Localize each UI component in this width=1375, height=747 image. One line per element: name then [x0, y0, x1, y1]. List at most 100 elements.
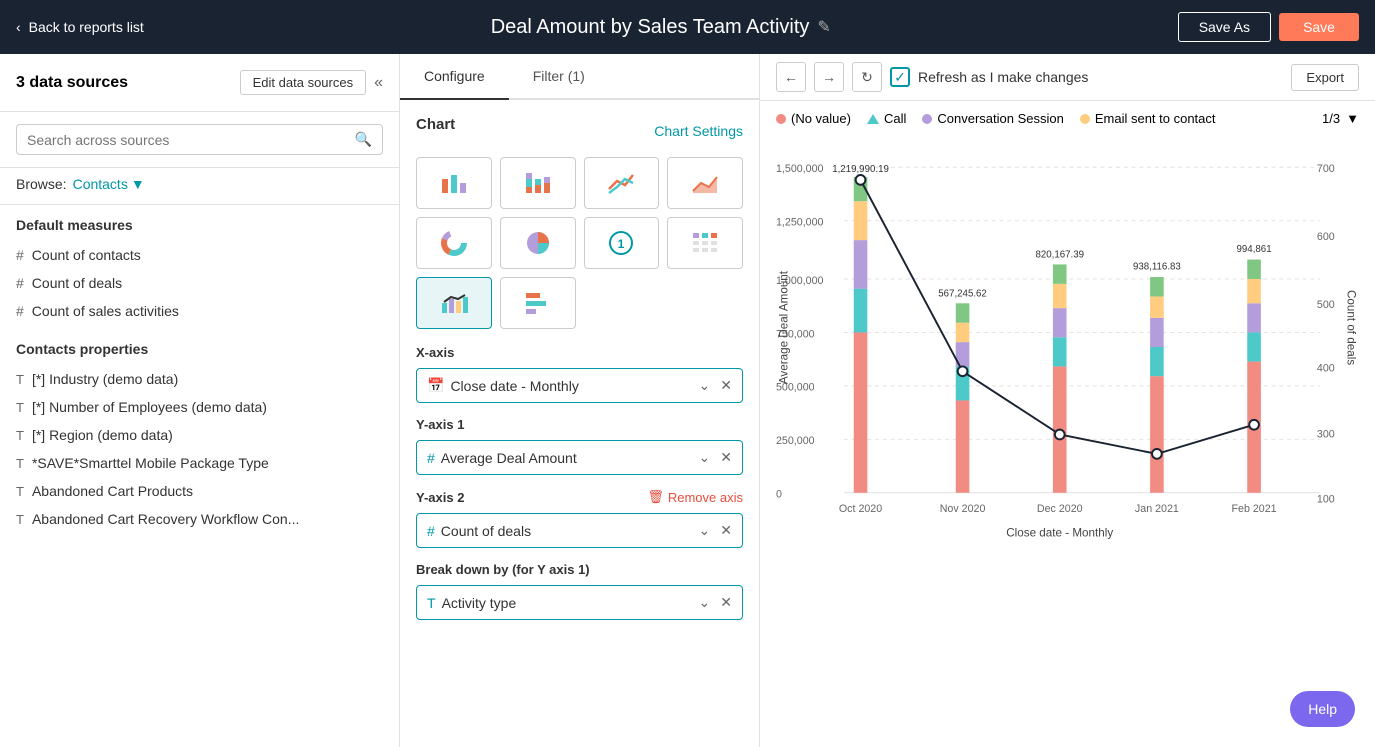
- tab-filter[interactable]: Filter (1): [509, 54, 609, 100]
- svg-text:Close date - Monthly: Close date - Monthly: [1006, 526, 1113, 539]
- search-icon: 🔍: [355, 131, 372, 148]
- svg-text:100: 100: [1317, 493, 1335, 505]
- svg-text:Average Deal Amount: Average Deal Amount: [778, 270, 791, 384]
- chart-type-line[interactable]: [584, 157, 660, 209]
- hash-icon: #: [427, 450, 435, 466]
- chart-type-donut[interactable]: [416, 217, 492, 269]
- svg-text:700: 700: [1317, 163, 1335, 175]
- chart-type-table[interactable]: [667, 217, 743, 269]
- collapse-sidebar-icon[interactable]: «: [374, 74, 383, 92]
- chevron-down-icon: ⌄: [699, 449, 711, 466]
- breakdown-label: Break down by (for Y axis 1): [416, 562, 743, 577]
- pagination-down-arrow-icon[interactable]: ▼: [1346, 111, 1359, 126]
- chart-type-stacked-bar[interactable]: [500, 157, 576, 209]
- prop-item[interactable]: T Abandoned Cart Products: [16, 477, 383, 505]
- browse-contacts-dropdown[interactable]: Contacts ▼: [73, 176, 145, 192]
- refresh-checkbox[interactable]: ✓: [890, 67, 910, 87]
- chart-type-combo[interactable]: [416, 277, 492, 329]
- undo-button[interactable]: ←: [776, 62, 806, 92]
- legend-item-conversation: Conversation Session: [922, 111, 1063, 126]
- breakdown-dropdown[interactable]: T Activity type ⌄ ✕: [416, 585, 743, 620]
- browse-label: Browse:: [16, 176, 67, 192]
- main-layout: 3 data sources Edit data sources « 🔍 Bro…: [0, 54, 1375, 747]
- contacts-props-title: Contacts properties: [16, 341, 383, 357]
- chart-svg: 1,500,000 1,250,000 1,000,000 750,000 50…: [776, 130, 1359, 564]
- clear-yaxis1-icon[interactable]: ✕: [720, 449, 732, 466]
- back-to-list-button[interactable]: ‹ Back to reports list: [16, 19, 144, 35]
- hash-icon: #: [427, 523, 435, 539]
- text-type-icon: T: [427, 595, 436, 611]
- browse-row: Browse: Contacts ▼: [0, 168, 399, 205]
- header: ‹ Back to reports list Deal Amount by Sa…: [0, 0, 1375, 54]
- xaxis-dropdown[interactable]: 📅 Close date - Monthly ⌄ ✕: [416, 368, 743, 403]
- chart-type-number[interactable]: 1: [584, 217, 660, 269]
- svg-text:300: 300: [1317, 428, 1335, 440]
- chart-type-horizontal-bar[interactable]: [500, 277, 576, 329]
- default-measures-section: Default measures # Count of contacts # C…: [0, 205, 399, 329]
- prop-item[interactable]: T [*] Industry (demo data): [16, 365, 383, 393]
- legend-item-email: Email sent to contact: [1080, 111, 1216, 126]
- chart-area: ← → ↻ ✓ Refresh as I make changes Export…: [760, 54, 1375, 747]
- redo-button[interactable]: →: [814, 62, 844, 92]
- chart-settings-link[interactable]: Chart Settings: [654, 123, 743, 139]
- left-sidebar: 3 data sources Edit data sources « 🔍 Bro…: [0, 54, 400, 747]
- contacts-properties-section: Contacts properties T [*] Industry (demo…: [0, 329, 399, 537]
- chart-toolbar: ← → ↻ ✓ Refresh as I make changes Export: [760, 54, 1375, 101]
- svg-text:Count of deals: Count of deals: [1344, 290, 1357, 365]
- legend-dot-conversation: [922, 114, 932, 124]
- legend-item-no-value: (No value): [776, 111, 851, 126]
- svg-text:Nov 2020: Nov 2020: [940, 503, 986, 515]
- prop-item[interactable]: T *SAVE*Smarttel Mobile Package Type: [16, 449, 383, 477]
- svg-text:500: 500: [1317, 299, 1335, 311]
- chevron-down-icon: ⌄: [699, 522, 711, 539]
- chart-type-section: Chart Chart Settings: [400, 100, 759, 636]
- chevron-down-icon: ⌄: [699, 377, 711, 394]
- svg-text:1,250,000: 1,250,000: [776, 217, 824, 229]
- legend-item-call: Call: [867, 111, 906, 126]
- clear-yaxis2-icon[interactable]: ✕: [720, 522, 732, 539]
- calendar-icon: 📅: [427, 377, 444, 394]
- svg-text:600: 600: [1317, 231, 1335, 243]
- svg-text:Oct 2020: Oct 2020: [839, 503, 882, 515]
- chart-type-bar[interactable]: [416, 157, 492, 209]
- yaxis1-dropdown[interactable]: # Average Deal Amount ⌄ ✕: [416, 440, 743, 475]
- help-button[interactable]: Help: [1290, 691, 1355, 727]
- pagination-area: 1/3 ▼: [1322, 111, 1359, 126]
- back-arrow-icon: ‹: [16, 19, 21, 35]
- report-title-area: Deal Amount by Sales Team Activity ✎: [491, 16, 831, 39]
- svg-text:Dec 2020: Dec 2020: [1037, 503, 1083, 515]
- sidebar-header-right: Edit data sources «: [240, 70, 383, 95]
- refresh-button[interactable]: ↻: [852, 62, 882, 92]
- yaxis2-dropdown[interactable]: # Count of deals ⌄ ✕: [416, 513, 743, 548]
- chart-type-area[interactable]: [667, 157, 743, 209]
- svg-text:1: 1: [618, 237, 625, 251]
- search-container: 🔍: [0, 112, 399, 168]
- svg-text:Feb 2021: Feb 2021: [1232, 503, 1277, 515]
- search-input[interactable]: [27, 132, 347, 148]
- yaxis2-label-row: Y-axis 2 🗑 Remove axis: [416, 489, 743, 505]
- edit-data-sources-button[interactable]: Edit data sources: [240, 70, 366, 95]
- export-button[interactable]: Export: [1291, 64, 1359, 91]
- yaxis1-label: Y-axis 1: [416, 417, 743, 432]
- chart-type-pie[interactable]: [500, 217, 576, 269]
- yaxis2-label: Y-axis 2: [416, 490, 464, 505]
- refresh-label-area: ✓ Refresh as I make changes: [890, 67, 1088, 87]
- prop-item[interactable]: T Abandoned Cart Recovery Workflow Con..…: [16, 505, 383, 533]
- save-as-button[interactable]: Save As: [1178, 12, 1271, 42]
- configure-panel: Configure Filter (1) Chart Chart Setting…: [400, 54, 760, 747]
- edit-title-icon[interactable]: ✎: [817, 17, 830, 37]
- measure-item[interactable]: # Count of sales activities: [16, 297, 383, 325]
- tab-configure[interactable]: Configure: [400, 54, 509, 100]
- prop-item[interactable]: T [*] Number of Employees (demo data): [16, 393, 383, 421]
- prop-item[interactable]: T [*] Region (demo data): [16, 421, 383, 449]
- report-title: Deal Amount by Sales Team Activity: [491, 16, 810, 39]
- default-measures-title: Default measures: [16, 217, 383, 233]
- pagination-display: 1/3: [1322, 111, 1340, 126]
- clear-xaxis-icon[interactable]: ✕: [720, 377, 732, 394]
- remove-axis-button[interactable]: 🗑 Remove axis: [647, 489, 743, 505]
- measure-item[interactable]: # Count of contacts: [16, 241, 383, 269]
- svg-text:1,219,990.19: 1,219,990.19: [832, 164, 889, 175]
- save-button[interactable]: Save: [1279, 13, 1359, 41]
- clear-breakdown-icon[interactable]: ✕: [720, 594, 732, 611]
- measure-item[interactable]: # Count of deals: [16, 269, 383, 297]
